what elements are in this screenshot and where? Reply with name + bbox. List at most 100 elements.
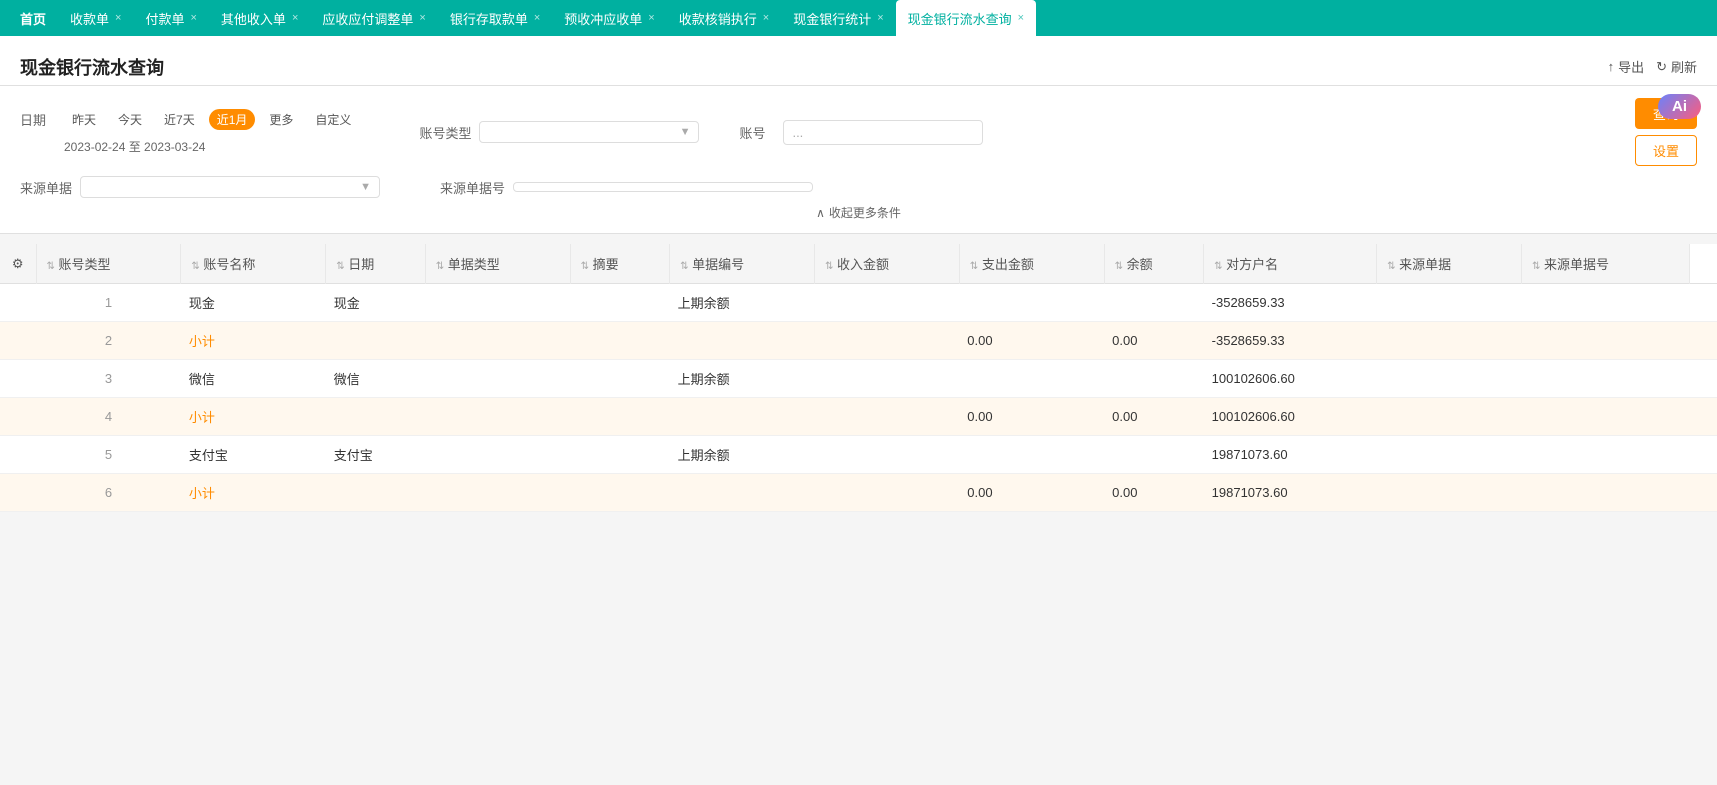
nav-tab-8[interactable]: 现金银行统计 × bbox=[781, 0, 895, 36]
chevron-down-icon: ▼ bbox=[680, 126, 691, 138]
close-icon[interactable]: × bbox=[763, 12, 769, 24]
table-row: 1现金现金上期余额-3528659.33 bbox=[0, 284, 1717, 322]
cell-income: 0.00 bbox=[959, 322, 1104, 360]
cell-expense bbox=[1104, 360, 1204, 398]
sort-icon[interactable]: ⇅ bbox=[336, 261, 344, 272]
cell-income: 0.00 bbox=[959, 398, 1104, 436]
sort-icon[interactable]: ⇅ bbox=[970, 261, 978, 272]
cell-date bbox=[425, 360, 570, 398]
nav-tab-9[interactable]: 现金银行流水查询 × bbox=[896, 0, 1036, 36]
source-doc-select[interactable]: ▼ bbox=[80, 176, 380, 198]
col-gear[interactable]: ⚙ bbox=[0, 244, 36, 284]
cell-account-type: 小计 bbox=[181, 322, 326, 360]
date-opt-yesterday[interactable]: 昨天 bbox=[64, 109, 104, 130]
cell-doc-type bbox=[570, 360, 670, 398]
ai-badge[interactable]: Ai bbox=[1658, 94, 1701, 119]
cell-source-doc bbox=[1522, 398, 1690, 436]
sort-icon[interactable]: ⇅ bbox=[1115, 261, 1123, 272]
col-expense: ⇅ 支出金额 bbox=[959, 244, 1104, 284]
table-row: 5支付宝支付宝上期余额19871073.60 bbox=[0, 436, 1717, 474]
source-doc-no-group: 来源单据号 bbox=[440, 178, 813, 197]
sort-icon[interactable]: ⇅ bbox=[191, 261, 199, 272]
cell-income bbox=[959, 284, 1104, 322]
row-number: 3 bbox=[36, 360, 181, 398]
cell-account-name: 现金 bbox=[326, 284, 426, 322]
nav-tab-6[interactable]: 预收冲应收单 × bbox=[552, 0, 666, 36]
cell-doc-no bbox=[814, 436, 959, 474]
cell-account-name bbox=[326, 322, 426, 360]
date-opt-today[interactable]: 今天 bbox=[110, 109, 150, 130]
sort-icon[interactable]: ⇅ bbox=[436, 261, 444, 272]
filter-row-1: 日期 昨天 今天 近7天 近1月 更多 自定义 2023-02-24 至 202… bbox=[20, 98, 1697, 166]
sort-icon[interactable]: ⇅ bbox=[1387, 261, 1395, 272]
chevron-up-icon: ∧ bbox=[816, 206, 825, 220]
account-input[interactable]: ... bbox=[783, 120, 983, 145]
table-row: 3微信微信上期余额100102606.60 bbox=[0, 360, 1717, 398]
cell-doc-no bbox=[814, 322, 959, 360]
cell-account-name: 微信 bbox=[326, 360, 426, 398]
sort-icon[interactable]: ⇅ bbox=[1532, 261, 1540, 272]
refresh-button[interactable]: ↻ 刷新 bbox=[1656, 57, 1697, 76]
date-opt-7days[interactable]: 近7天 bbox=[156, 109, 203, 130]
nav-tab-5[interactable]: 银行存取款单 × bbox=[438, 0, 552, 36]
nav-tab-1[interactable]: 收款单 × bbox=[58, 0, 133, 36]
close-icon[interactable]: × bbox=[877, 12, 883, 24]
sort-icon[interactable]: ⇅ bbox=[825, 261, 833, 272]
nav-tab-4[interactable]: 应收应付调整单 × bbox=[310, 0, 437, 36]
page-title: 现金银行流水查询 bbox=[20, 54, 164, 80]
date-opt-more[interactable]: 更多 bbox=[261, 109, 301, 130]
close-icon[interactable]: × bbox=[190, 12, 196, 24]
account-label: 账号 bbox=[739, 123, 775, 142]
cell-doc-no bbox=[814, 360, 959, 398]
sort-icon[interactable]: ⇅ bbox=[581, 261, 589, 272]
chevron-down-icon: ▼ bbox=[360, 181, 371, 193]
nav-tab-7[interactable]: 收款核销执行 × bbox=[667, 0, 781, 36]
row-number: 1 bbox=[36, 284, 181, 322]
sort-icon[interactable]: ⇅ bbox=[47, 261, 55, 272]
account-type-label: 账号类型 bbox=[419, 123, 471, 142]
cell-date bbox=[425, 474, 570, 512]
date-opt-1month[interactable]: 近1月 bbox=[209, 109, 256, 130]
col-balance: ⇅ 余额 bbox=[1104, 244, 1204, 284]
cell-expense: 0.00 bbox=[1104, 398, 1204, 436]
cell-income bbox=[959, 436, 1104, 474]
sort-icon[interactable]: ⇅ bbox=[680, 261, 688, 272]
collapse-button[interactable]: ∧ 收起更多条件 bbox=[20, 204, 1697, 221]
cell-balance: 19871073.60 bbox=[1204, 474, 1377, 512]
nav-tab-2[interactable]: 付款单 × bbox=[133, 0, 208, 36]
cell-balance: -3528659.33 bbox=[1204, 284, 1377, 322]
close-icon[interactable]: × bbox=[534, 12, 540, 24]
cell-summary: 上期余额 bbox=[670, 360, 815, 398]
cell-doc-type bbox=[570, 474, 670, 512]
cell-source-doc-no bbox=[1689, 398, 1717, 436]
source-doc-no-input[interactable] bbox=[513, 182, 813, 192]
cell-account-type: 小计 bbox=[181, 474, 326, 512]
sort-icon[interactable]: ⇅ bbox=[1214, 261, 1222, 272]
cell-account-type: 微信 bbox=[181, 360, 326, 398]
cell-balance: 19871073.60 bbox=[1204, 436, 1377, 474]
close-icon[interactable]: × bbox=[648, 12, 654, 24]
col-account-name: ⇅ 账号名称 bbox=[181, 244, 326, 284]
date-filter-label: 日期 bbox=[20, 110, 56, 129]
col-source-doc: ⇅ 来源单据 bbox=[1377, 244, 1522, 284]
col-date: ⇅ 日期 bbox=[326, 244, 426, 284]
source-doc-no-label: 来源单据号 bbox=[440, 178, 505, 197]
cell-doc-no bbox=[814, 284, 959, 322]
date-opt-custom[interactable]: 自定义 bbox=[307, 109, 359, 130]
close-icon[interactable]: × bbox=[1018, 12, 1024, 24]
date-options: 昨天 今天 近7天 近1月 更多 自定义 bbox=[64, 109, 359, 130]
table-row: 2小计0.000.00-3528659.33 bbox=[0, 322, 1717, 360]
nav-home[interactable]: 首页 bbox=[8, 0, 58, 36]
cell-doc-no bbox=[814, 398, 959, 436]
export-button[interactable]: ↑ 导出 bbox=[1608, 57, 1645, 76]
close-icon[interactable]: × bbox=[292, 12, 298, 24]
nav-tab-3[interactable]: 其他收入单 × bbox=[209, 0, 310, 36]
cell-doc-no bbox=[814, 474, 959, 512]
table-row: 4小计0.000.00100102606.60 bbox=[0, 398, 1717, 436]
close-icon[interactable]: × bbox=[115, 12, 121, 24]
cell-balance: 100102606.60 bbox=[1204, 360, 1377, 398]
settings-button[interactable]: 设置 bbox=[1635, 135, 1697, 166]
close-icon[interactable]: × bbox=[419, 12, 425, 24]
cell-source-doc bbox=[1522, 360, 1690, 398]
account-type-select[interactable]: ▼ bbox=[479, 121, 699, 143]
